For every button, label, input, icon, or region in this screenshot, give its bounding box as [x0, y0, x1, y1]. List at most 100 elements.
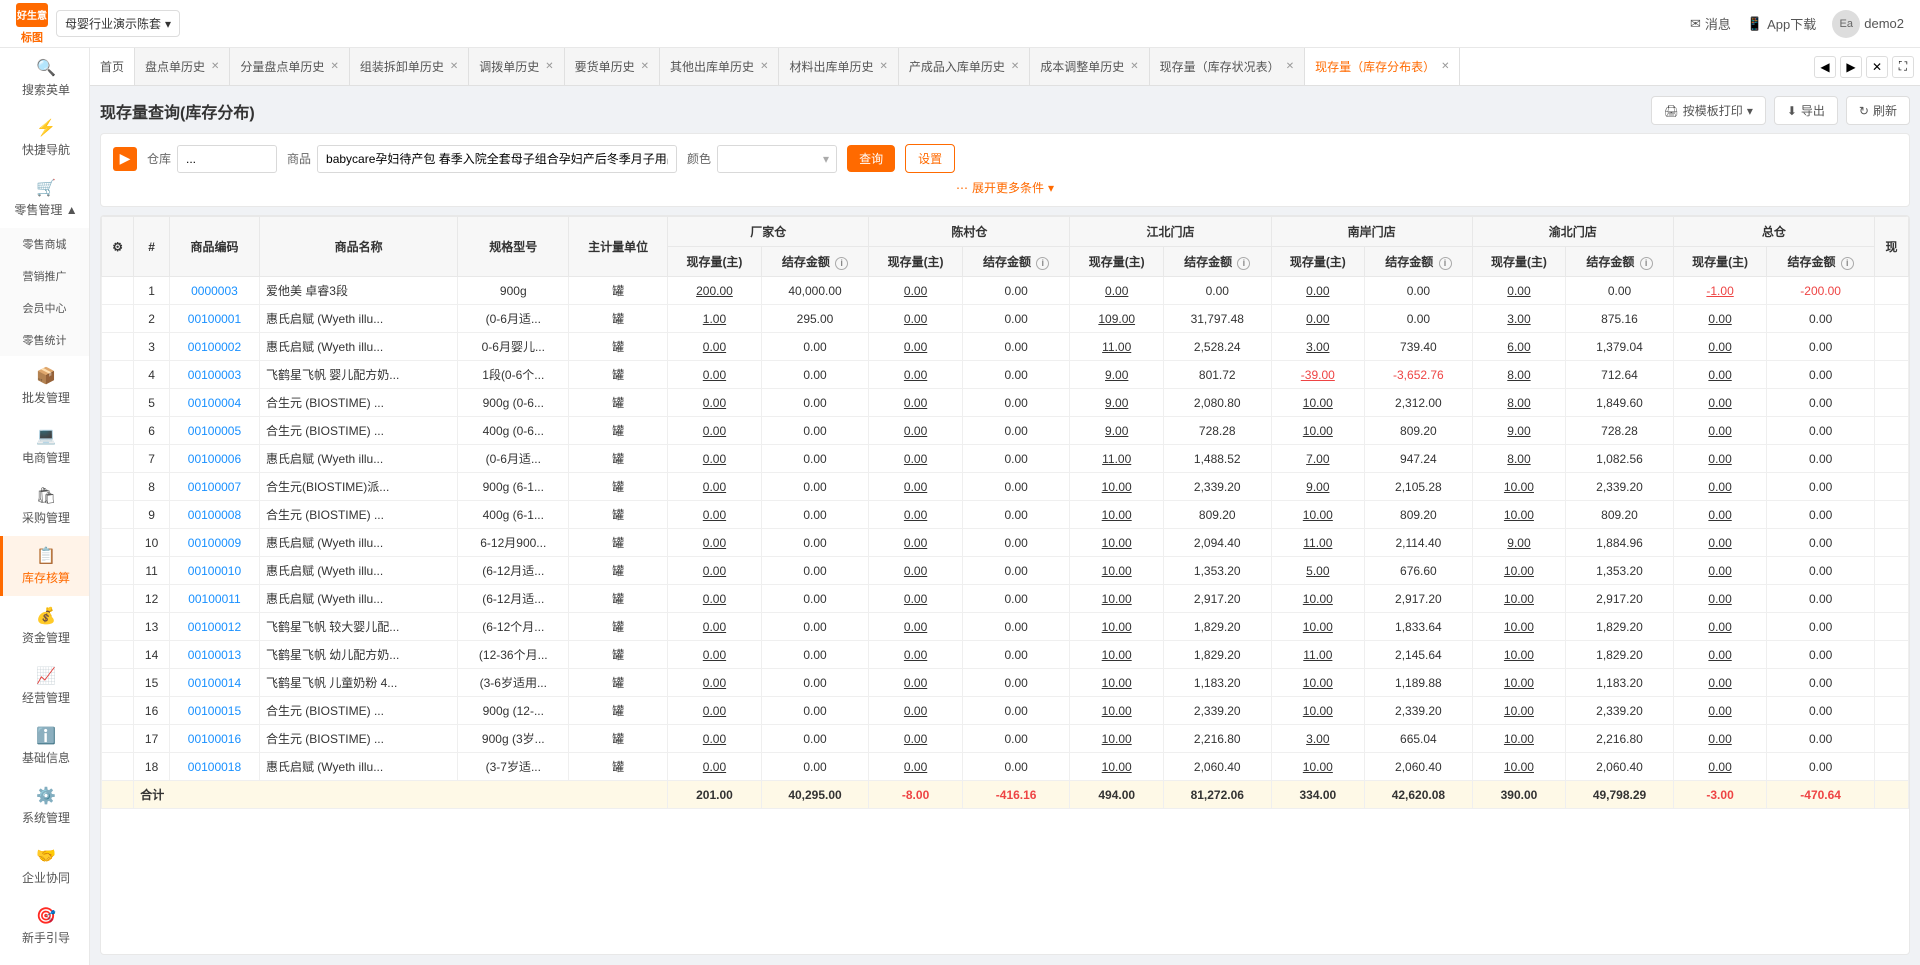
tab-sub-inventory-close[interactable]: ✕	[330, 61, 338, 72]
cell-na-stock[interactable]: 5.00	[1271, 557, 1365, 585]
cell-code[interactable]: 00100009	[169, 529, 259, 557]
cell-jb-stock[interactable]: 10.00	[1070, 753, 1164, 781]
tab-material-out-close[interactable]: ✕	[879, 61, 887, 72]
cell-code[interactable]: 00100005	[169, 417, 259, 445]
yb-amount-info-icon[interactable]: i	[1640, 257, 1653, 270]
cell-yb-stock[interactable]: 8.00	[1472, 389, 1566, 417]
cell-jb-stock[interactable]: 11.00	[1070, 445, 1164, 473]
cell-na-stock[interactable]: 11.00	[1271, 529, 1365, 557]
na-amount-info-icon[interactable]: i	[1439, 257, 1452, 270]
cell-ch-stock[interactable]: 0.00	[869, 361, 963, 389]
user-menu[interactable]: Ea demo2	[1832, 10, 1904, 38]
cell-code[interactable]: 00100015	[169, 697, 259, 725]
cell-na-stock[interactable]: 10.00	[1271, 669, 1365, 697]
tab-order-close[interactable]: ✕	[641, 61, 649, 72]
cell-ch-stock[interactable]: 0.00	[869, 389, 963, 417]
cell-code[interactable]: 00100012	[169, 613, 259, 641]
cell-t-stock[interactable]: 0.00	[1673, 417, 1767, 445]
cell-ch-stock[interactable]: 0.00	[869, 613, 963, 641]
tab-other-out[interactable]: 其他出库单历史 ✕	[660, 48, 779, 86]
cell-code[interactable]: 00100013	[169, 641, 259, 669]
cell-jb-stock[interactable]: 10.00	[1070, 529, 1164, 557]
cell-jb-stock[interactable]: 10.00	[1070, 585, 1164, 613]
cell-ch-stock[interactable]: 0.00	[869, 417, 963, 445]
sidebar-item-retail-stats[interactable]: 零售统计	[0, 324, 89, 356]
tab-material-out[interactable]: 材料出库单历史 ✕	[779, 48, 898, 86]
tab-close-btn[interactable]: ✕	[1866, 56, 1888, 78]
cell-t-stock[interactable]: 0.00	[1673, 445, 1767, 473]
cell-f-stock[interactable]: 0.00	[668, 389, 762, 417]
query-btn[interactable]: 查询	[847, 145, 895, 172]
tab-sub-inventory[interactable]: 分量盘点单历史 ✕	[230, 48, 349, 86]
cell-code[interactable]: 00100014	[169, 669, 259, 697]
cell-na-stock[interactable]: 7.00	[1271, 445, 1365, 473]
tab-inventory-count-close[interactable]: ✕	[211, 61, 219, 72]
cell-code[interactable]: 00100011	[169, 585, 259, 613]
cell-t-stock[interactable]: 0.00	[1673, 333, 1767, 361]
f-amount-info-icon[interactable]: i	[835, 257, 848, 270]
refresh-btn[interactable]: ↻ 刷新	[1846, 96, 1910, 125]
cell-f-stock[interactable]: 0.00	[668, 333, 762, 361]
goods-input[interactable]	[317, 145, 677, 173]
cell-code[interactable]: 0000003	[169, 277, 259, 305]
cell-na-stock[interactable]: 0.00	[1271, 305, 1365, 333]
cell-yb-stock[interactable]: 0.00	[1472, 277, 1566, 305]
tab-transfer-close[interactable]: ✕	[545, 61, 553, 72]
cell-jb-stock[interactable]: 10.00	[1070, 697, 1164, 725]
cell-yb-stock[interactable]: 6.00	[1472, 333, 1566, 361]
tab-order[interactable]: 要货单历史 ✕	[565, 48, 660, 86]
cell-jb-stock[interactable]: 9.00	[1070, 389, 1164, 417]
cell-f-stock[interactable]: 0.00	[668, 697, 762, 725]
col-settings[interactable]: ⚙	[102, 217, 134, 277]
cell-jb-stock[interactable]: 10.00	[1070, 557, 1164, 585]
cell-f-stock[interactable]: 0.00	[668, 501, 762, 529]
cell-yb-stock[interactable]: 10.00	[1472, 585, 1566, 613]
cell-t-stock[interactable]: 0.00	[1673, 613, 1767, 641]
cell-ch-stock[interactable]: 0.00	[869, 305, 963, 333]
cell-ch-stock[interactable]: 0.00	[869, 473, 963, 501]
cell-na-stock[interactable]: 3.00	[1271, 333, 1365, 361]
cell-jb-stock[interactable]: 11.00	[1070, 333, 1164, 361]
cell-t-stock[interactable]: 0.00	[1673, 473, 1767, 501]
sidebar-item-new-guide[interactable]: 🎯 新手引导	[0, 896, 89, 956]
cell-na-stock[interactable]: 9.00	[1271, 473, 1365, 501]
cell-yb-stock[interactable]: 8.00	[1472, 361, 1566, 389]
sidebar-item-operations[interactable]: 📈 经营管理	[0, 656, 89, 716]
cell-code[interactable]: 00100018	[169, 753, 259, 781]
tab-product-in-close[interactable]: ✕	[1011, 61, 1019, 72]
cell-t-stock[interactable]: 0.00	[1673, 725, 1767, 753]
app-download-btn[interactable]: 📱 App下载	[1747, 14, 1816, 33]
tab-cost-adjust-close[interactable]: ✕	[1130, 61, 1138, 72]
sidebar-item-wholesale[interactable]: 📦 批发管理	[0, 356, 89, 416]
cell-f-stock[interactable]: 1.00	[668, 305, 762, 333]
cell-code[interactable]: 00100010	[169, 557, 259, 585]
cell-ch-stock[interactable]: 0.00	[869, 445, 963, 473]
cell-yb-stock[interactable]: 10.00	[1472, 501, 1566, 529]
cell-f-stock[interactable]: 0.00	[668, 473, 762, 501]
cell-jb-stock[interactable]: 109.00	[1070, 305, 1164, 333]
cell-t-stock[interactable]: 0.00	[1673, 529, 1767, 557]
warehouse-input[interactable]	[177, 145, 277, 173]
cell-jb-stock[interactable]: 0.00	[1070, 277, 1164, 305]
cell-ch-stock[interactable]: 0.00	[869, 333, 963, 361]
tab-product-in[interactable]: 产成品入库单历史 ✕	[899, 48, 1030, 86]
tab-transfer[interactable]: 调拨单历史 ✕	[469, 48, 564, 86]
cell-code[interactable]: 00100016	[169, 725, 259, 753]
cell-ch-stock[interactable]: 0.00	[869, 585, 963, 613]
color-input[interactable]	[717, 145, 837, 173]
jb-amount-info-icon[interactable]: i	[1237, 257, 1250, 270]
cell-yb-stock[interactable]: 8.00	[1472, 445, 1566, 473]
cell-na-stock[interactable]: 10.00	[1271, 613, 1365, 641]
export-btn[interactable]: ⬇ 导出	[1774, 96, 1838, 125]
cell-yb-stock[interactable]: 9.00	[1472, 529, 1566, 557]
cell-t-stock[interactable]: 0.00	[1673, 501, 1767, 529]
cell-t-stock[interactable]: 0.00	[1673, 389, 1767, 417]
cell-na-stock[interactable]: 10.00	[1271, 417, 1365, 445]
cell-ch-stock[interactable]: 0.00	[869, 277, 963, 305]
cell-na-stock[interactable]: 10.00	[1271, 697, 1365, 725]
cell-t-stock[interactable]: 0.00	[1673, 641, 1767, 669]
tab-next-btn[interactable]: ▶	[1840, 56, 1862, 78]
cell-na-stock[interactable]: 10.00	[1271, 585, 1365, 613]
print-btn[interactable]: 🖨 按模板打印 ▾	[1651, 96, 1766, 125]
cell-yb-stock[interactable]: 10.00	[1472, 669, 1566, 697]
